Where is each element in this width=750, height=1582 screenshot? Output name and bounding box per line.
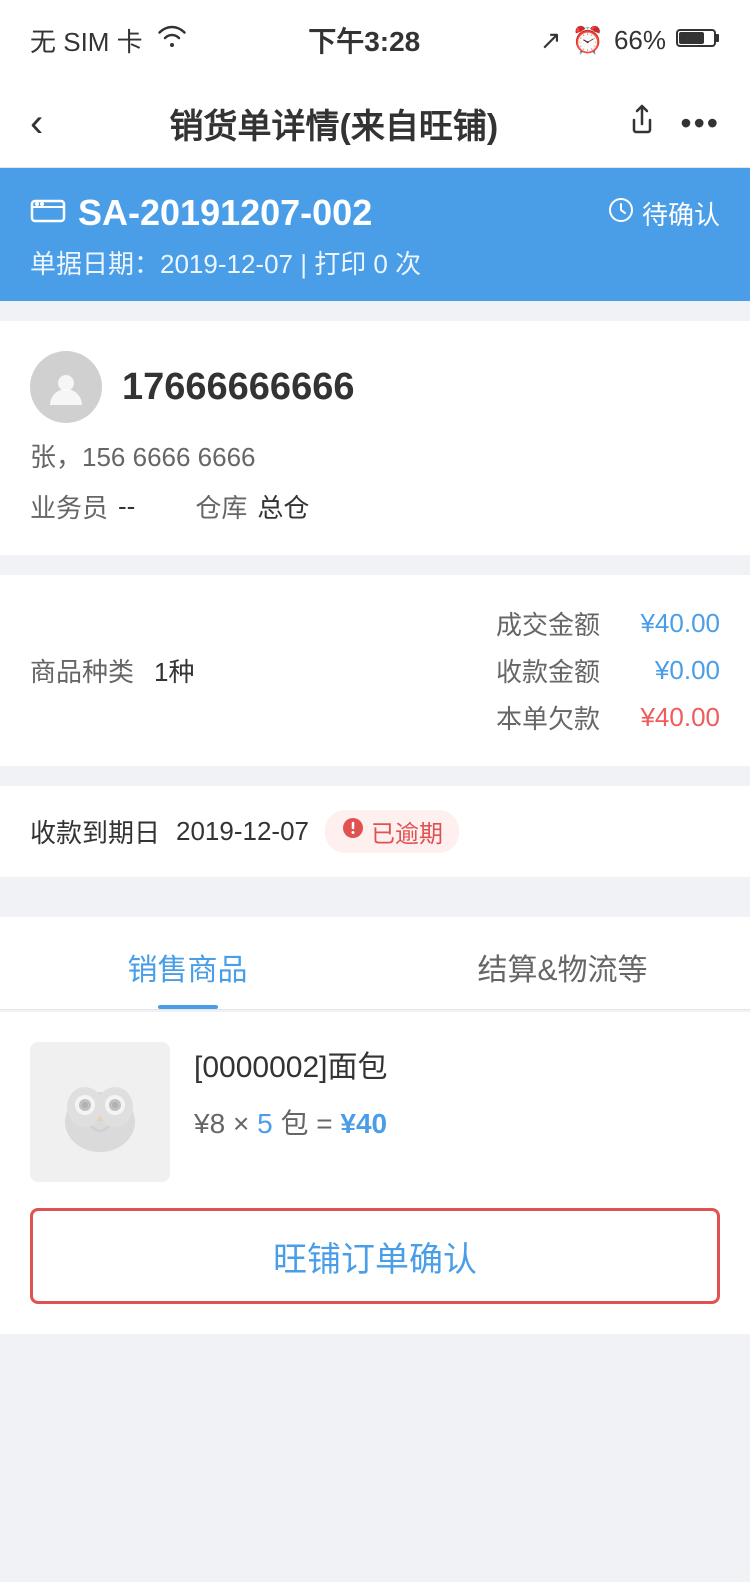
product-info: [0000002]面包 ¥8 × 5 包 = ¥40	[194, 1042, 720, 1142]
page-title: 销货单详情(来自旺铺)	[170, 99, 499, 148]
order-icon	[30, 192, 66, 234]
transaction-value: ¥40.00	[620, 608, 720, 639]
received-value: ¥0.00	[620, 655, 720, 686]
product-type-value: 1种	[154, 652, 194, 689]
share-icon[interactable]	[624, 102, 660, 145]
received-label: 收款金额	[496, 652, 600, 689]
due-date-card: 收款到期日 2019-12-07 已逾期	[0, 786, 750, 877]
nav-actions: •••	[624, 102, 720, 145]
due-label: 收款到期日	[30, 813, 160, 850]
tabs: 销售商品 结算&物流等	[0, 917, 750, 1010]
overdue-badge: 已逾期	[325, 810, 459, 853]
alarm-icon: ⏰	[572, 25, 604, 56]
due-date: 2019-12-07	[176, 816, 309, 847]
divider-3	[0, 877, 750, 897]
customer-card: 17666666666 张，156 6666 6666 业务员 -- 仓库 总仓	[0, 321, 750, 555]
overdue-icon	[341, 816, 365, 847]
bottom-bar: 旺铺订单确认	[0, 1188, 750, 1334]
battery-icon	[676, 25, 720, 56]
overdue-text: 已逾期	[371, 814, 443, 849]
customer-phone: 17666666666	[122, 366, 354, 409]
carrier-text: 无 SIM 卡	[30, 22, 143, 59]
status-bar: 无 SIM 卡 下午3:28 ↗ ⏰ 66%	[0, 0, 750, 80]
owed-value: ¥40.00	[620, 702, 720, 733]
product-name: [0000002]面包	[194, 1042, 720, 1086]
product-type-label: 商品种类	[30, 652, 134, 689]
location-icon: ↗	[540, 25, 562, 56]
product-qty: 5	[257, 1108, 273, 1139]
unit-price: ¥8	[194, 1108, 225, 1139]
salesperson-label: 业务员	[30, 488, 108, 525]
clock-icon	[608, 197, 634, 230]
customer-meta: 业务员 -- 仓库 总仓	[30, 488, 720, 525]
order-date: 单据日期：2019-12-07 | 打印 0 次	[30, 244, 720, 281]
product-price: ¥8 × 5 包 = ¥40	[194, 1102, 720, 1142]
product-image	[30, 1042, 170, 1182]
nav-bar: ‹ 销货单详情(来自旺铺) •••	[0, 80, 750, 168]
battery-text: 66%	[614, 25, 666, 56]
divider-1	[0, 555, 750, 575]
equals-sign: =	[316, 1108, 332, 1139]
customer-name: 张，156 6666 6666	[30, 437, 720, 474]
owed-label: 本单欠款	[496, 699, 600, 736]
avatar	[30, 351, 102, 423]
tab-settlement[interactable]: 结算&物流等	[375, 917, 750, 1009]
order-banner: SA-20191207-002 待确认 单据日期：2019-12-07 | 打印…	[0, 168, 750, 301]
multiply-sign: ×	[233, 1108, 249, 1139]
tab-sales-products[interactable]: 销售商品	[0, 917, 375, 1009]
status-time: 下午3:28	[308, 20, 420, 60]
status-right: ↗ ⏰ 66%	[540, 25, 720, 56]
warehouse-value: 总仓	[257, 488, 309, 525]
salesperson-value: --	[118, 491, 135, 522]
divider-2	[0, 766, 750, 786]
product-total: ¥40	[340, 1108, 387, 1139]
transaction-label: 成交金额	[496, 605, 600, 642]
order-id: SA-20191207-002	[30, 192, 372, 234]
back-button[interactable]: ‹	[30, 101, 43, 146]
confirm-button[interactable]: 旺铺订单确认	[30, 1208, 720, 1304]
wifi-icon	[155, 25, 189, 56]
order-status: 待确认	[608, 195, 720, 232]
more-icon[interactable]: •••	[680, 105, 720, 142]
status-left: 无 SIM 卡	[30, 22, 189, 59]
product-card: [0000002]面包 ¥8 × 5 包 = ¥40	[0, 1012, 750, 1212]
product-unit: 包	[280, 1108, 308, 1139]
warehouse-label: 仓库	[195, 488, 247, 525]
summary-card: 商品种类 1种 成交金额 ¥40.00 收款金额 ¥0.00 本单欠款 ¥40.…	[0, 575, 750, 766]
